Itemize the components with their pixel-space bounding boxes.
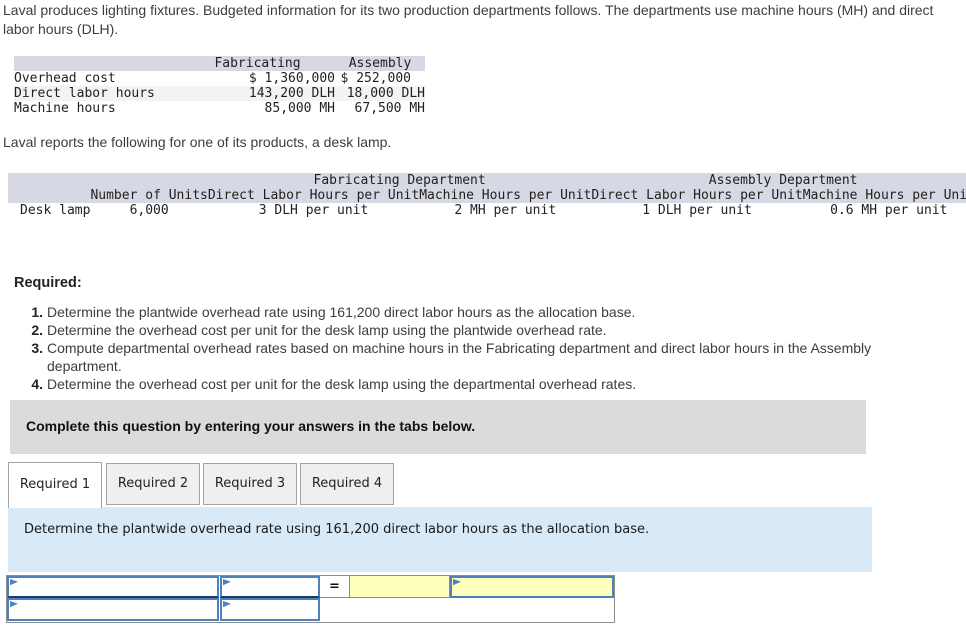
tab-required-4[interactable]: Required 4 [300, 463, 394, 505]
product-table-column-header-row: Number of Units Direct Labor Hours per U… [8, 188, 966, 203]
mh-assembly-value: 67,500 MH [354, 101, 425, 116]
item-text: Determine the overhead cost per unit for… [47, 322, 607, 338]
column-header-asm-dlh: Direct Labor Hours per Unit [591, 188, 803, 203]
asm-mh-value: 0.6 MH per unit [830, 203, 948, 218]
complete-question-banner: Complete this question by entering your … [10, 400, 866, 454]
answer-grid: = [6, 575, 615, 623]
list-item: 1. Determine the plantwide overhead rate… [30, 303, 936, 321]
required-heading: Required: [14, 275, 82, 291]
group-header-assembly: Assembly Department [708, 173, 858, 188]
fab-mh-value: 2 MH per unit [454, 203, 557, 218]
column-header-asm-mh: Machine Hours per Unit [802, 188, 966, 203]
item-number: 2. [31, 322, 43, 338]
item-text: Determine the overhead cost per unit for… [47, 376, 637, 392]
column-header-fab-dlh: Direct Labor Hours per Unit [207, 188, 420, 203]
cell-flag-icon [10, 601, 18, 608]
tab-required-3[interactable]: Required 3 [203, 463, 297, 505]
numerator-input-cell[interactable] [7, 576, 219, 598]
equals-sign: = [320, 576, 350, 598]
required-list: 1. Determine the plantwide overhead rate… [30, 303, 936, 393]
panel-instruction-text: Determine the plantwide overhead rate us… [24, 522, 650, 537]
rate-unit-answer-cell[interactable] [450, 576, 614, 598]
group-header-fabricating: Fabricating Department [313, 173, 486, 188]
dlh-assembly-value: 18,000 DLH [346, 86, 425, 101]
column-header-units: Number of Units [90, 188, 208, 203]
denominator-input-cell[interactable] [220, 576, 320, 598]
cell-flag-icon [10, 579, 18, 586]
numerator-label-input-cell[interactable] [7, 598, 219, 621]
tab-content-panel: Determine the plantwide overhead rate us… [8, 507, 872, 572]
row-label: Direct labor hours [14, 86, 155, 101]
budget-header-fabricating: Fabricating [214, 56, 301, 71]
column-header-spacer [8, 188, 90, 203]
row-label: Overhead cost [14, 71, 116, 86]
item-text: Compute departmental overhead rates base… [47, 340, 872, 374]
product-name: Desk lamp [20, 203, 91, 218]
group-header-spacer [8, 173, 208, 188]
overhead-assembly-value: $ 252,000 [340, 71, 411, 86]
list-item: 3. Compute departmental overhead rates b… [30, 339, 936, 375]
list-item: 4. Determine the overhead cost per unit … [30, 375, 936, 393]
item-number: 4. [31, 376, 43, 392]
denominator-label-input-cell[interactable] [220, 598, 320, 621]
answer-grid-empty-area [320, 598, 614, 621]
cell-flag-icon [223, 601, 231, 608]
table-row: Machine hours 85,000 MH 67,500 MH [14, 101, 425, 116]
item-number: 1. [31, 304, 43, 320]
rate-answer-cell[interactable] [350, 576, 450, 598]
budget-table: Fabricating Assembly Overhead cost $ 1,3… [14, 56, 425, 116]
budget-header-assembly: Assembly [348, 56, 412, 71]
column-header-fab-mh: Machine Hours per Unit [419, 188, 592, 203]
product-intro-text: Laval reports the following for one of i… [3, 134, 392, 150]
dlh-fabricating-value: 143,200 DLH [248, 86, 335, 101]
table-row: Desk lamp 6,000 3 DLH per unit 2 MH per … [8, 203, 966, 218]
item-number: 3. [31, 340, 43, 356]
problem-intro-text: Laval produces lighting fixtures. Budget… [3, 2, 934, 37]
budget-table-header-row: Fabricating Assembly [14, 56, 425, 71]
units-value: 6,000 [129, 203, 169, 218]
complete-question-text: Complete this question by entering your … [26, 418, 476, 434]
row-label: Machine hours [14, 101, 116, 116]
mh-fabricating-value: 85,000 MH [264, 101, 335, 116]
budget-header-spacer [14, 56, 180, 71]
product-table: Fabricating Department Assembly Departme… [8, 173, 966, 218]
overhead-fabricating-value: $ 1,360,000 [248, 71, 335, 86]
cell-flag-icon [453, 579, 461, 586]
product-table-group-header-row: Fabricating Department Assembly Departme… [8, 173, 966, 188]
fab-dlh-value: 3 DLH per unit [258, 203, 369, 218]
cell-flag-icon [223, 579, 231, 586]
table-row: Direct labor hours 143,200 DLH 18,000 DL… [14, 86, 425, 101]
tab-required-2[interactable]: Required 2 [106, 463, 200, 505]
tab-required-1[interactable]: Required 1 [8, 462, 102, 508]
table-row: Overhead cost $ 1,360,000 $ 252,000 [14, 71, 425, 86]
list-item: 2. Determine the overhead cost per unit … [30, 321, 936, 339]
asm-dlh-value: 1 DLH per unit [642, 203, 752, 218]
item-text: Determine the plantwide overhead rate us… [47, 304, 636, 320]
